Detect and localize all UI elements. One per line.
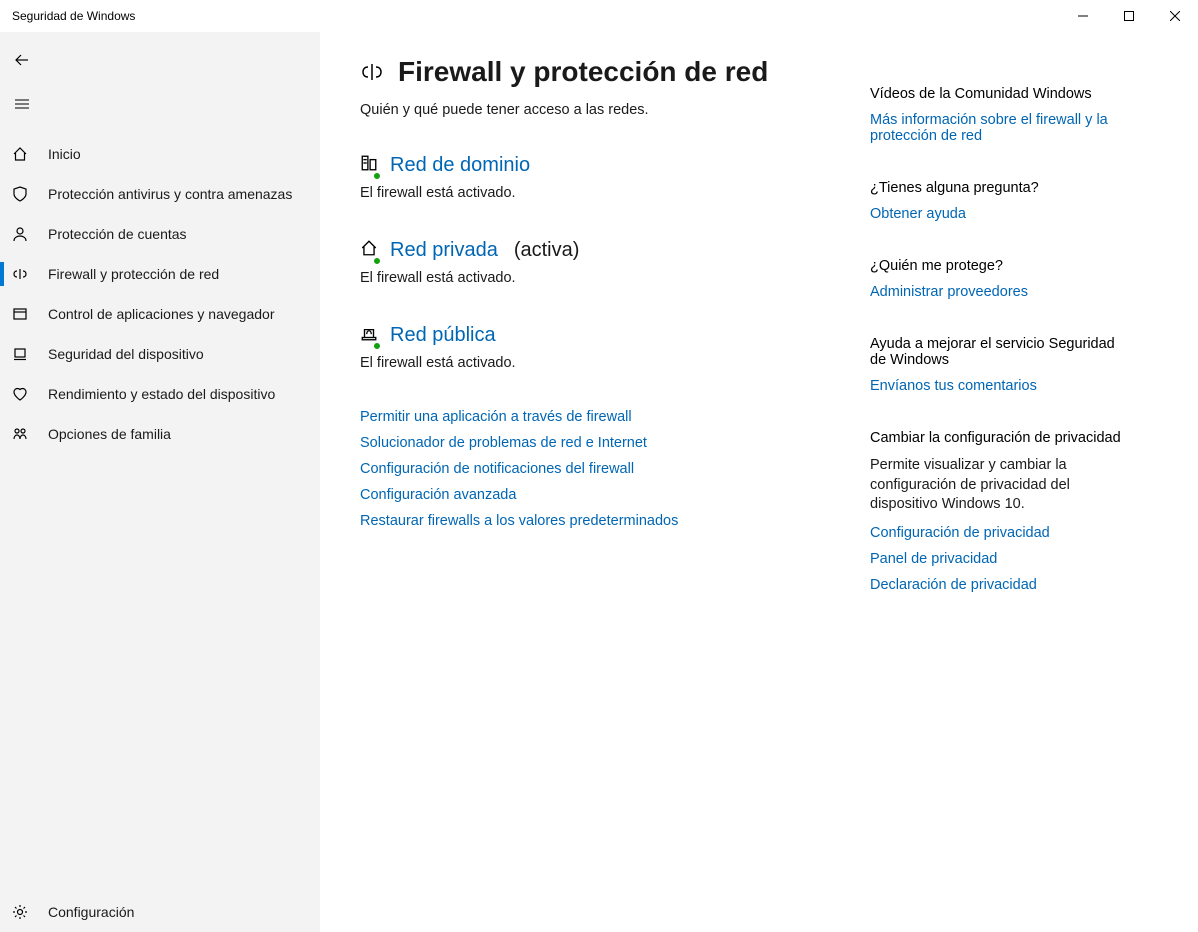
group-title: ¿Tienes alguna pregunta? <box>870 180 1130 196</box>
home-icon <box>12 146 28 162</box>
minimize-button[interactable] <box>1060 0 1106 32</box>
group-privacy: Cambiar la configuración de privacidad P… <box>870 430 1130 593</box>
link-privacy-settings[interactable]: Configuración de privacidad <box>870 525 1130 541</box>
person-icon <box>12 226 28 242</box>
group-title: Vídeos de la Comunidad Windows <box>870 86 1130 102</box>
sidebar-item-label: Rendimiento y estado del dispositivo <box>48 386 275 402</box>
arrow-left-icon <box>14 52 30 68</box>
firewall-links: Permitir una aplicación a través de fire… <box>360 409 870 529</box>
network-private-status: El firewall está activado. <box>360 270 870 286</box>
sidebar-item-label: Seguridad del dispositivo <box>48 346 204 362</box>
device-security-icon <box>12 346 28 362</box>
link-privacy-statement[interactable]: Declaración de privacidad <box>870 577 1130 593</box>
sidebar-item-label: Configuración <box>48 904 134 920</box>
sidebar-item-label: Inicio <box>48 146 81 162</box>
window-title: Seguridad de Windows <box>12 9 135 23</box>
group-community: Vídeos de la Comunidad Windows Más infor… <box>870 86 1130 144</box>
link-advanced[interactable]: Configuración avanzada <box>360 487 870 503</box>
hamburger-icon <box>14 96 30 112</box>
sidebar-item-label: Control de aplicaciones y navegador <box>48 306 274 322</box>
link-more-info[interactable]: Más información sobre el firewall y la p… <box>870 112 1130 144</box>
group-feedback: Ayuda a mejorar el servicio Seguridad de… <box>870 336 1130 394</box>
menu-button[interactable] <box>0 82 44 126</box>
app-browser-icon <box>12 306 28 322</box>
sidebar-item-label: Firewall y protección de red <box>48 266 219 282</box>
sidebar-item-appbrowser[interactable]: Control de aplicaciones y navegador <box>0 294 320 334</box>
link-get-help[interactable]: Obtener ayuda <box>870 206 1130 222</box>
link-restore-default[interactable]: Restaurar firewalls a los valores predet… <box>360 513 870 529</box>
public-network-icon <box>360 324 378 347</box>
domain-network-icon <box>360 154 378 177</box>
network-public-link[interactable]: Red pública <box>390 324 496 347</box>
sidebar-item-device-security[interactable]: Seguridad del dispositivo <box>0 334 320 374</box>
network-public: Red pública El firewall está activado. <box>360 324 870 371</box>
firewall-icon <box>360 60 384 84</box>
sidebar-item-label: Protección antivirus y contra amenazas <box>48 186 292 202</box>
group-title: Ayuda a mejorar el servicio Seguridad de… <box>870 336 1130 368</box>
group-question: ¿Tienes alguna pregunta? Obtener ayuda <box>870 180 1130 222</box>
link-allow-app[interactable]: Permitir una aplicación a través de fire… <box>360 409 870 425</box>
network-domain: Red de dominio El firewall está activado… <box>360 154 870 201</box>
group-title: Cambiar la configuración de privacidad <box>870 430 1130 446</box>
page-subtitle: Quién y qué puede tener acceso a las red… <box>360 102 870 118</box>
gear-icon <box>12 904 28 920</box>
firewall-icon <box>12 266 28 282</box>
network-private-link[interactable]: Red privada <box>390 239 498 262</box>
sidebar-item-performance[interactable]: Rendimiento y estado del dispositivo <box>0 374 320 414</box>
sidebar-settings[interactable]: Configuración <box>0 892 320 932</box>
back-button[interactable] <box>0 38 44 82</box>
sidebar-item-label: Protección de cuentas <box>48 226 187 242</box>
page-title: Firewall y protección de red <box>398 56 768 88</box>
link-manage-providers[interactable]: Administrar proveedores <box>870 284 1130 300</box>
sidebar-item-home[interactable]: Inicio <box>0 134 320 174</box>
sidebar: Inicio Protección antivirus y contra ame… <box>0 32 320 932</box>
family-icon <box>12 426 28 442</box>
network-domain-status: El firewall está activado. <box>360 185 870 201</box>
sidebar-item-account[interactable]: Protección de cuentas <box>0 214 320 254</box>
close-button[interactable] <box>1152 0 1198 32</box>
nav: Inicio Protección antivirus y contra ame… <box>0 134 320 454</box>
private-network-icon <box>360 239 378 262</box>
page-header: Firewall y protección de red <box>360 56 870 88</box>
sidebar-item-firewall[interactable]: Firewall y protección de red <box>0 254 320 294</box>
main: Firewall y protección de red Quién y qué… <box>320 32 1198 932</box>
shield-icon <box>12 186 28 202</box>
sidebar-item-family[interactable]: Opciones de familia <box>0 414 320 454</box>
group-protect: ¿Quién me protege? Administrar proveedor… <box>870 258 1130 300</box>
group-text: Permite visualizar y cambiar la configur… <box>870 456 1130 515</box>
side-panel: Vídeos de la Comunidad Windows Más infor… <box>870 56 1130 932</box>
link-privacy-dashboard[interactable]: Panel de privacidad <box>870 551 1130 567</box>
titlebar: Seguridad de Windows <box>0 0 1198 32</box>
sidebar-item-virus[interactable]: Protección antivirus y contra amenazas <box>0 174 320 214</box>
network-domain-link[interactable]: Red de dominio <box>390 154 530 177</box>
network-private-suffix: (activa) <box>514 239 580 262</box>
heart-icon <box>12 386 28 402</box>
link-notifications[interactable]: Configuración de notificaciones del fire… <box>360 461 870 477</box>
link-troubleshoot[interactable]: Solucionador de problemas de red e Inter… <box>360 435 870 451</box>
network-private: Red privada (activa) El firewall está ac… <box>360 239 870 286</box>
maximize-button[interactable] <box>1106 0 1152 32</box>
sidebar-item-label: Opciones de familia <box>48 426 171 442</box>
network-public-status: El firewall está activado. <box>360 355 870 371</box>
group-title: ¿Quién me protege? <box>870 258 1130 274</box>
link-feedback[interactable]: Envíanos tus comentarios <box>870 378 1130 394</box>
